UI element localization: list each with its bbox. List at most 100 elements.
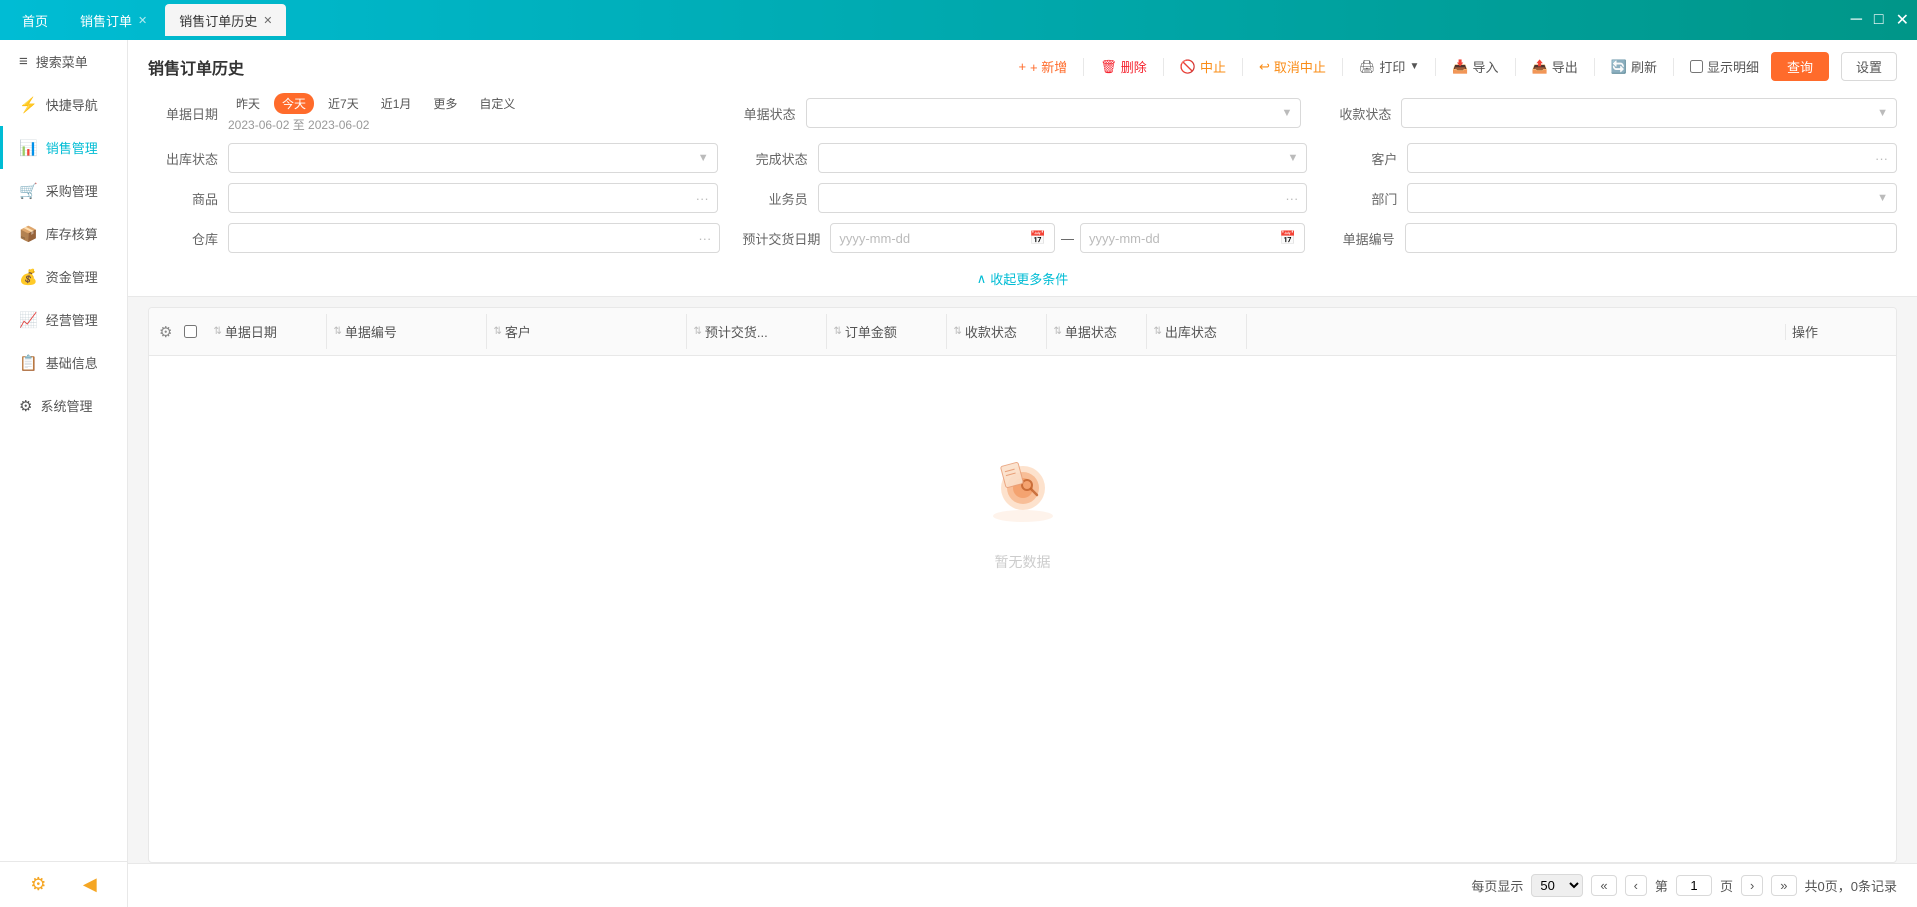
sort-icon-doc-status: ⇅	[1053, 326, 1061, 337]
page-title-bar: 销售订单历史 + + 新增 🗑 删除 🚫 中止	[148, 52, 1897, 81]
order-no-input[interactable]	[1405, 223, 1897, 253]
sidebar-item-sales-mgmt[interactable]: 📊 销售管理	[0, 126, 127, 169]
sidebar-item-fund-mgmt[interactable]: 💰 资金管理	[0, 255, 127, 298]
page-number-input[interactable]	[1676, 875, 1712, 896]
close-tab-sales-order[interactable]: ✕	[138, 14, 147, 27]
table-section: ⚙ ⇅ 单据日期 ⇅ 单据编号 ⇅ 客户	[148, 307, 1897, 863]
complete-arrow-icon: ▼	[1287, 152, 1298, 164]
tab-sales-order-history[interactable]: 销售订单历史 ✕	[165, 4, 286, 36]
close-window-icon[interactable]: ✕	[1896, 10, 1909, 30]
date-tab-7days[interactable]: 近7天	[320, 93, 367, 114]
minimize-icon[interactable]: ─	[1851, 11, 1862, 29]
complete-label: 完成状态	[738, 149, 818, 168]
last-page-button[interactable]: »	[1771, 875, 1796, 896]
stop-button[interactable]: 🚫 中止	[1180, 57, 1226, 76]
th-doc-date[interactable]: ⇅ 单据日期	[207, 314, 327, 349]
calendar-from-icon[interactable]: 📅	[1030, 230, 1046, 246]
sidebar-collapse-icon[interactable]: ◀	[83, 874, 97, 895]
sort-icon-amount: ⇅	[833, 326, 841, 337]
date-label: 单据日期	[148, 104, 228, 123]
date-tab-today[interactable]: 今天	[274, 93, 314, 114]
collapse-bar[interactable]: ∧ 收起更多条件	[148, 263, 1897, 296]
salesperson-label: 业务员	[738, 189, 818, 208]
total-text: 共0页，0条记录	[1805, 876, 1897, 895]
select-all-checkbox[interactable]	[184, 325, 197, 338]
sort-icon-doc-date: ⇅	[213, 326, 221, 337]
salesperson-input[interactable]: ···	[818, 183, 1308, 213]
status-select[interactable]: ▼	[806, 98, 1302, 128]
calendar-to-icon[interactable]: 📅	[1279, 230, 1295, 246]
sys-mgmt-icon: ⚙	[19, 397, 32, 415]
th-collection-status[interactable]: ⇅ 收款状态	[947, 314, 1047, 349]
collection-status-select[interactable]: ▼	[1401, 98, 1897, 128]
warehouse-input[interactable]: ···	[228, 223, 720, 253]
filter-row-4: 仓库 ··· 预计交货日期 yyyy-mm-dd 📅 — yyyy-mm-dd	[148, 223, 1897, 253]
sidebar-settings-icon[interactable]: ⚙	[30, 874, 46, 895]
maximize-icon[interactable]: □	[1874, 11, 1884, 29]
customer-label: 客户	[1327, 149, 1407, 168]
customer-input[interactable]: ···	[1407, 143, 1897, 173]
tab-sales-order[interactable]: 销售订单 ✕	[66, 4, 161, 36]
first-page-button[interactable]: «	[1591, 875, 1616, 896]
th-doc-status[interactable]: ⇅ 单据状态	[1047, 314, 1147, 349]
query-button[interactable]: 查询	[1771, 52, 1829, 81]
outbound-arrow-icon: ▼	[698, 152, 709, 164]
th-expected-delivery[interactable]: ⇅ 预计交货...	[687, 314, 827, 349]
date-tab-custom[interactable]: 自定义	[471, 93, 523, 114]
warehouse-label: 仓库	[148, 229, 228, 248]
filter-row-3: 商品 ··· 业务员 ··· 部门 ▼	[148, 183, 1897, 213]
delete-button[interactable]: 🗑 删除	[1100, 57, 1147, 76]
th-doc-no[interactable]: ⇅ 单据编号	[327, 314, 487, 349]
sidebar-item-inventory-calc[interactable]: 📦 库存核算	[0, 212, 127, 255]
page-size-select[interactable]: 50 20 100	[1531, 874, 1583, 897]
th-outbound-status[interactable]: ⇅ 出库状态	[1147, 314, 1247, 349]
display-detail-input[interactable]	[1690, 60, 1703, 73]
toolbar: + + 新增 🗑 删除 🚫 中止 ↩	[1018, 52, 1897, 81]
empty-illustration	[973, 436, 1073, 536]
sidebar-item-sys-mgmt[interactable]: ⚙ 系统管理	[0, 384, 127, 427]
delivery-date-from[interactable]: yyyy-mm-dd 📅	[830, 223, 1055, 253]
export-button[interactable]: 📤 导出	[1532, 57, 1578, 76]
salesperson-dots: ···	[1285, 191, 1298, 206]
import-button[interactable]: 📥 导入	[1452, 57, 1498, 76]
page-header: 销售订单历史 + + 新增 🗑 删除 🚫 中止	[128, 40, 1917, 297]
sort-icon-customer: ⇅	[493, 326, 501, 337]
date-tab-more[interactable]: 更多	[425, 93, 465, 114]
sidebar-item-ops-mgmt[interactable]: 📈 经营管理	[0, 298, 127, 341]
delivery-date-to[interactable]: yyyy-mm-dd 📅	[1080, 223, 1305, 253]
new-button[interactable]: + + 新增	[1018, 57, 1067, 76]
product-label: 商品	[148, 189, 228, 208]
complete-select[interactable]: ▼	[818, 143, 1308, 173]
customer-dots: ···	[1875, 151, 1888, 166]
print-button[interactable]: 🖨 打印 ▼	[1359, 57, 1419, 76]
th-customer[interactable]: ⇅ 客户	[487, 314, 687, 349]
settings-button[interactable]: 设置	[1841, 52, 1897, 81]
collection-status-arrow-icon: ▼	[1877, 107, 1888, 119]
refresh-button[interactable]: 🔄 刷新	[1611, 57, 1657, 76]
page-title: 销售订单历史	[148, 55, 244, 79]
date-tab-1month[interactable]: 近1月	[373, 93, 420, 114]
table-settings-icon[interactable]: ⚙	[159, 323, 172, 341]
next-page-button[interactable]: ›	[1741, 875, 1763, 896]
prev-page-button[interactable]: ‹	[1625, 875, 1647, 896]
delivery-date-label: 预计交货日期	[740, 229, 830, 248]
date-tab-yesterday[interactable]: 昨天	[228, 93, 268, 114]
divider	[1163, 58, 1164, 76]
basic-info-icon: 📋	[19, 354, 38, 372]
sidebar-item-quick-nav[interactable]: ⚡ 快捷导航	[0, 83, 127, 126]
dept-select[interactable]: ▼	[1407, 183, 1897, 213]
status-label: 单据状态	[726, 104, 806, 123]
tab-home[interactable]: 首页	[8, 4, 62, 36]
sort-icon-doc-no: ⇅	[333, 326, 341, 337]
export-icon: 📤	[1532, 59, 1548, 75]
product-input[interactable]: ···	[228, 183, 718, 213]
sidebar-item-basic-info[interactable]: 📋 基础信息	[0, 341, 127, 384]
close-tab-sales-order-history[interactable]: ✕	[263, 14, 272, 27]
sidebar-item-search-menu[interactable]: ≡ 搜索菜单	[0, 40, 127, 83]
sidebar-item-purchase-mgmt[interactable]: 🛒 采购管理	[0, 169, 127, 212]
th-order-amount[interactable]: ⇅ 订单金额	[827, 314, 947, 349]
outbound-select[interactable]: ▼	[228, 143, 718, 173]
sort-icon-delivery: ⇅	[693, 326, 701, 337]
display-detail-checkbox[interactable]: 显示明细	[1690, 57, 1759, 76]
cancel-stop-button[interactable]: ↩ 取消中止	[1259, 57, 1326, 76]
